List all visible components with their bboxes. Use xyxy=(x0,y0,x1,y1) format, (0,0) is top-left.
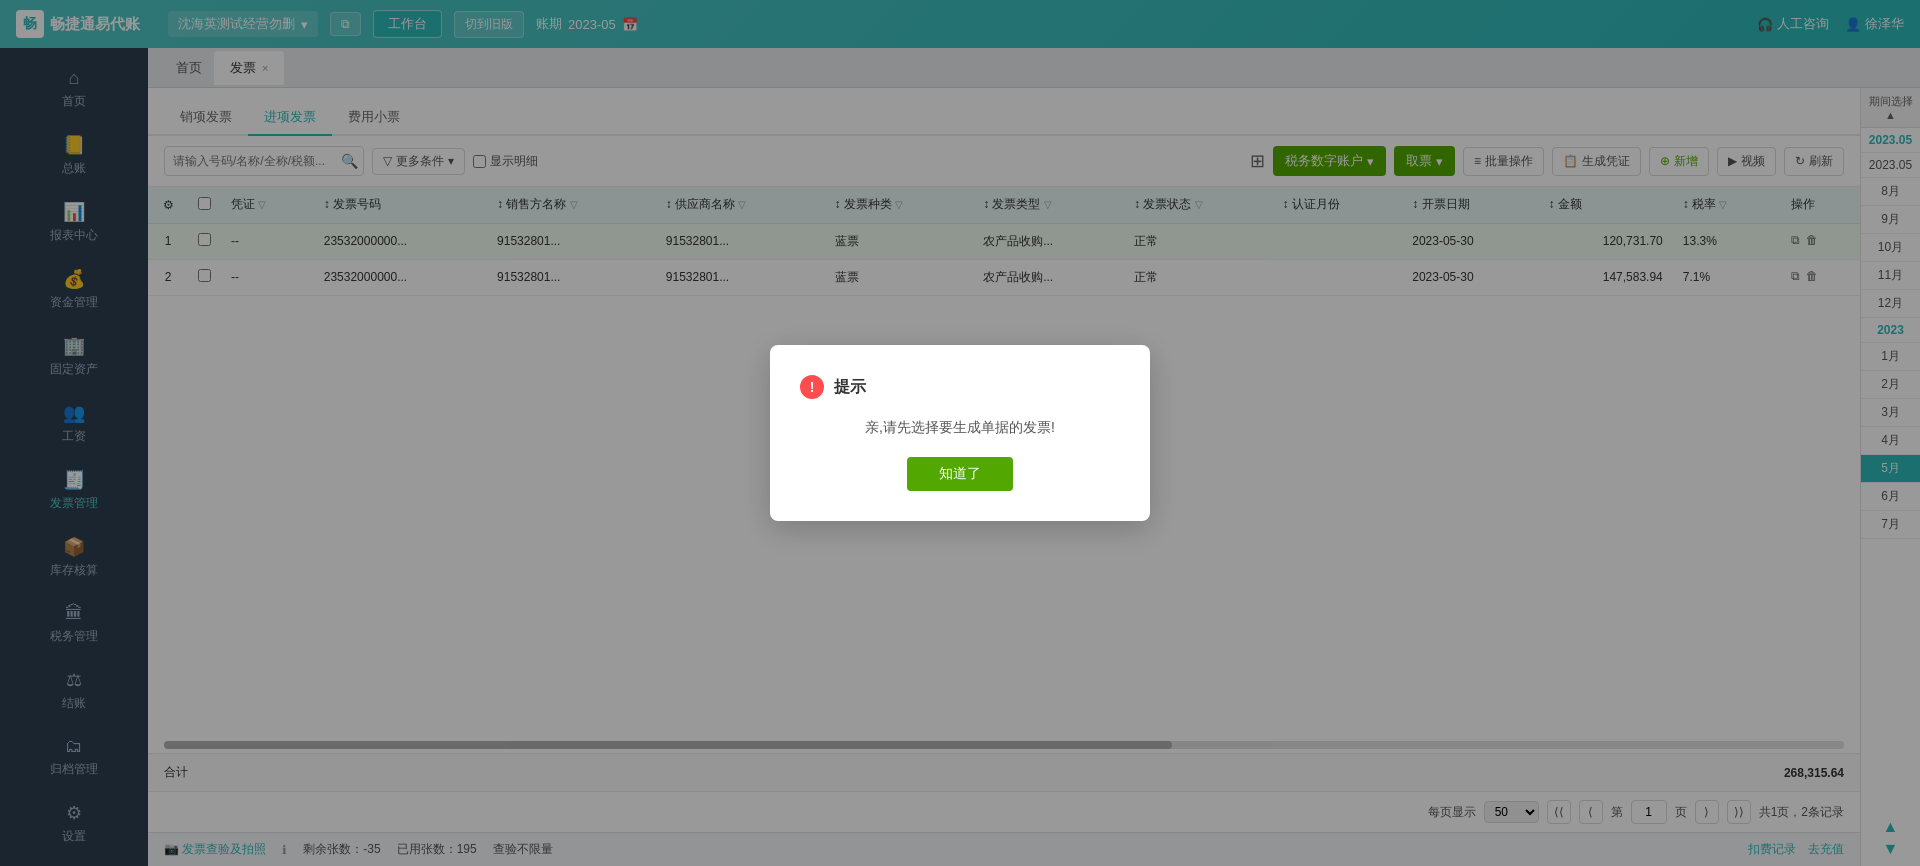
modal-ok-button[interactable]: 知道了 xyxy=(907,457,1013,491)
warning-icon: ! xyxy=(800,375,824,399)
modal-message: 亲,请先选择要生成单据的发票! xyxy=(865,419,1055,437)
modal-box: ! 提示 亲,请先选择要生成单据的发票! 知道了 xyxy=(770,345,1150,521)
modal-title: 提示 xyxy=(834,377,866,398)
modal-title-row: ! 提示 xyxy=(800,375,1120,399)
modal-overlay: ! 提示 亲,请先选择要生成单据的发票! 知道了 xyxy=(0,0,1920,866)
